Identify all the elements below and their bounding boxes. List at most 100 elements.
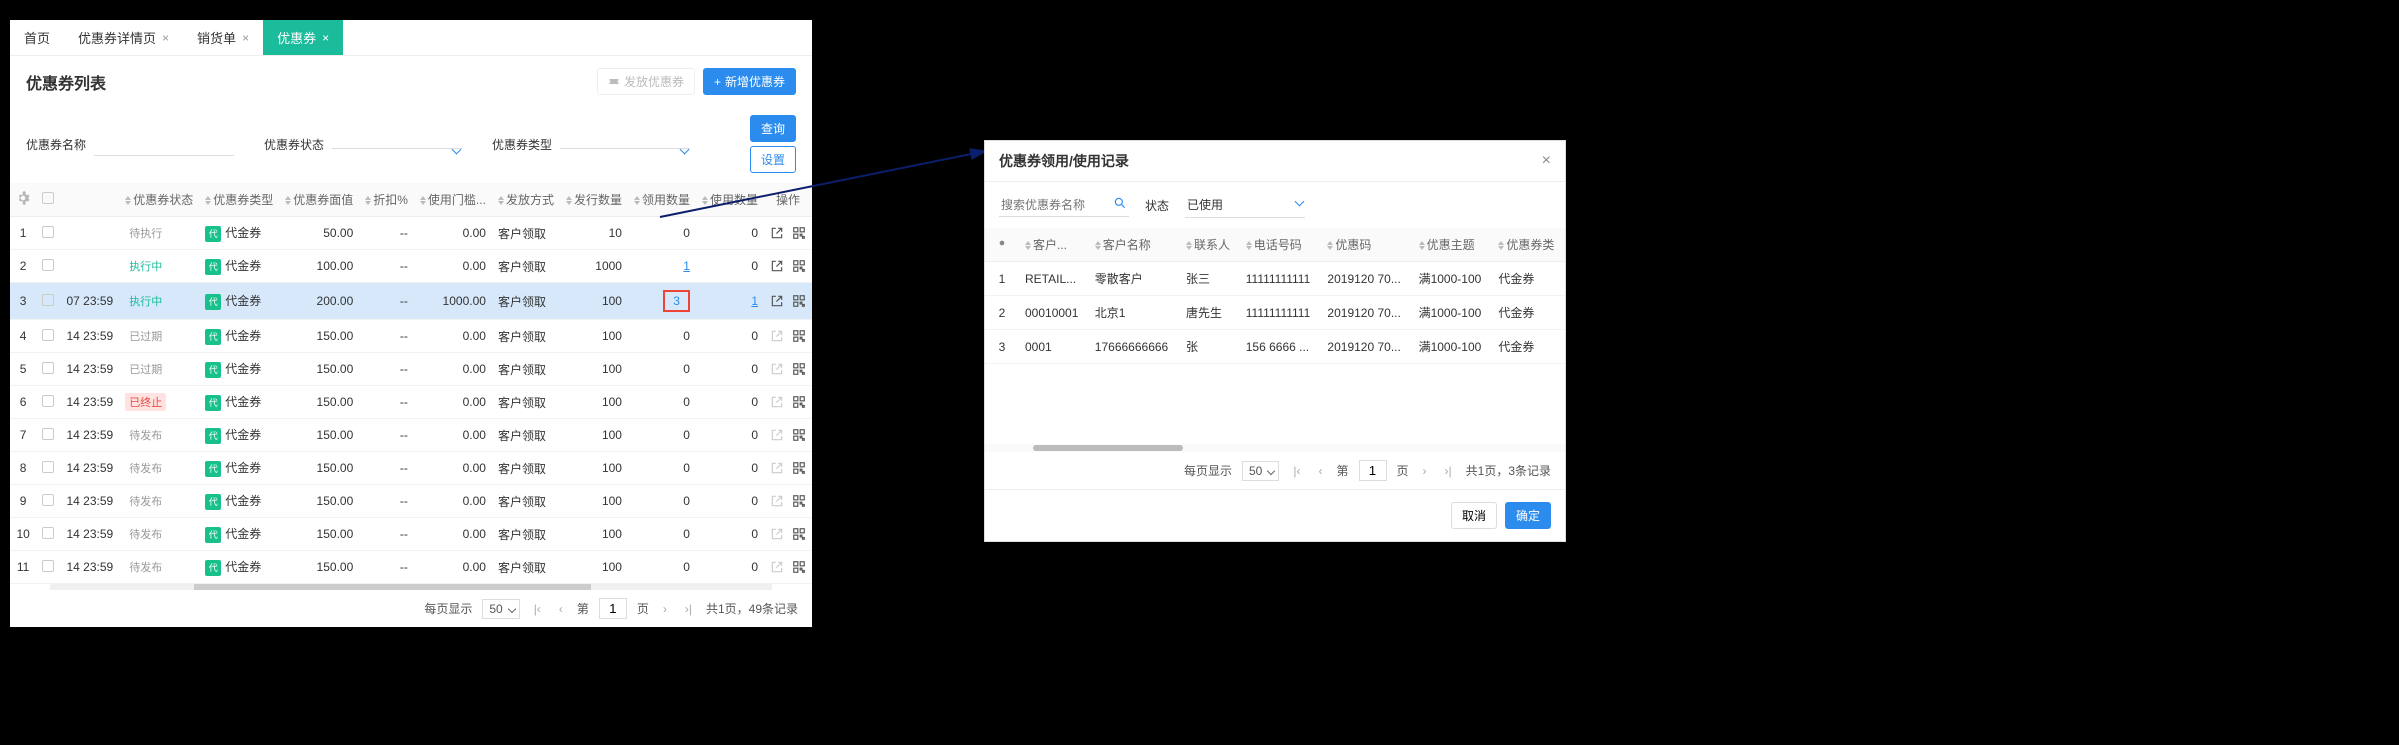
qrcode-icon[interactable] [792,226,806,240]
row-checkbox[interactable] [42,428,54,440]
col-used[interactable]: 使用数量 [696,183,764,217]
prev-page-icon[interactable]: ‹ [555,602,567,616]
col-ctype[interactable]: 优惠券类 [1492,228,1565,262]
first-page-icon[interactable]: |‹ [530,602,545,616]
share-icon[interactable] [770,428,784,442]
row-checkbox[interactable] [42,395,54,407]
col-issue[interactable]: 发行数量 [560,183,628,217]
per-page-select[interactable]: 50 [482,599,519,619]
claim-count-link[interactable]: 1 [683,259,690,273]
row-checkbox[interactable] [42,494,54,506]
next-page-icon[interactable]: › [659,602,671,616]
qrcode-icon[interactable] [792,560,806,574]
qrcode-icon[interactable] [792,395,806,409]
share-icon[interactable] [770,226,784,240]
col-subject[interactable]: 优惠主题 [1413,228,1493,262]
table-row[interactable]: 6 14 23:59 已终止 代代金券 150.00 -- 0.00 客户领取 … [10,386,812,419]
share-icon[interactable] [770,527,784,541]
qrcode-icon[interactable] [792,461,806,475]
search-button[interactable]: 查询 [750,115,796,142]
gear-icon[interactable] [995,236,1009,250]
prev-page-icon[interactable]: ‹ [1314,464,1326,478]
qrcode-icon[interactable] [792,362,806,376]
issue-coupon-button[interactable]: 发放优惠券 [597,68,695,95]
col-threshold[interactable]: 使用门槛... [414,183,492,217]
row-checkbox[interactable] [42,527,54,539]
table-row[interactable]: 10 14 23:59 待发布 代代金券 150.00 -- 0.00 客户领取… [10,518,812,551]
close-icon[interactable]: × [242,31,249,45]
add-coupon-button[interactable]: + 新增优惠券 [703,68,796,95]
close-icon[interactable]: × [322,31,329,45]
row-checkbox[interactable] [42,461,54,473]
per-page-select[interactable]: 50 [1242,461,1279,481]
table-row[interactable]: 7 14 23:59 待发布 代代金券 150.00 -- 0.00 客户领取 … [10,419,812,452]
next-page-icon[interactable]: › [1419,464,1431,478]
col-cust-name[interactable]: 客户名称 [1089,228,1180,262]
row-checkbox[interactable] [42,294,54,306]
qrcode-icon[interactable] [792,294,806,308]
gear-icon[interactable] [16,191,30,205]
qrcode-icon[interactable] [792,428,806,442]
page-input[interactable] [599,598,627,619]
col-cust-code[interactable]: 客户... [1019,228,1089,262]
share-icon[interactable] [770,494,784,508]
table-row[interactable]: 1 RETAIL... 零散客户 张三 11111111111 2019120 … [985,262,1565,296]
cancel-button[interactable]: 取消 [1451,502,1497,529]
tab-coupon-detail[interactable]: 优惠券详情页× [64,20,183,55]
search-input[interactable] [999,194,1129,217]
col-status[interactable]: 优惠券状态 [119,183,199,217]
table-row[interactable]: 2 执行中 代代金券 100.00 -- 0.00 客户领取 1000 1 0 [10,250,812,283]
close-icon[interactable]: × [162,31,169,45]
last-page-icon[interactable]: ›| [681,602,696,616]
table-row[interactable]: 1 待执行 代代金券 50.00 -- 0.00 客户领取 10 0 0 [10,217,812,250]
search-icon[interactable] [1113,196,1127,210]
status-filter-select[interactable]: 已使用 [1185,192,1305,218]
col-code[interactable]: 优惠码 [1321,228,1412,262]
row-checkbox[interactable] [42,259,54,271]
tab-home[interactable]: 首页 [10,20,64,55]
table-row[interactable]: 9 14 23:59 待发布 代代金券 150.00 -- 0.00 客户领取 … [10,485,812,518]
settings-button[interactable]: 设置 [750,146,796,173]
filter-status-select[interactable] [332,140,462,149]
page-input[interactable] [1359,460,1387,481]
table-row[interactable]: 4 14 23:59 已过期 代代金券 150.00 -- 0.00 客户领取 … [10,320,812,353]
col-type[interactable]: 优惠券类型 [199,183,279,217]
filter-name-input[interactable] [94,133,234,156]
qrcode-icon[interactable] [792,494,806,508]
table-row[interactable]: 3 07 23:59 执行中 代代金券 200.00 -- 1000.00 客户… [10,283,812,320]
table-row[interactable]: 2 00010001 北京1 唐先生 11111111111 2019120 7… [985,296,1565,330]
col-claim[interactable]: 领用数量 [628,183,696,217]
tab-sales-order[interactable]: 销货单× [183,20,263,55]
col-dist[interactable]: 发放方式 [492,183,560,217]
table-row[interactable]: 11 14 23:59 待发布 代代金券 150.00 -- 0.00 客户领取… [10,551,812,584]
table-row[interactable]: 8 14 23:59 待发布 代代金券 150.00 -- 0.00 客户领取 … [10,452,812,485]
checkbox-all[interactable] [42,192,54,204]
share-icon[interactable] [770,560,784,574]
qrcode-icon[interactable] [792,527,806,541]
qrcode-icon[interactable] [792,329,806,343]
horizontal-scrollbar[interactable] [985,444,1565,452]
row-checkbox[interactable] [42,226,54,238]
share-icon[interactable] [770,395,784,409]
share-icon[interactable] [770,362,784,376]
share-icon[interactable] [770,329,784,343]
confirm-button[interactable]: 确定 [1505,502,1551,529]
qrcode-icon[interactable] [792,259,806,273]
first-page-icon[interactable]: |‹ [1289,464,1304,478]
share-icon[interactable] [770,294,784,308]
col-phone[interactable]: 电话号码 [1240,228,1322,262]
row-checkbox[interactable] [42,329,54,341]
share-icon[interactable] [770,259,784,273]
filter-type-select[interactable] [560,140,690,149]
col-face[interactable]: 优惠券面值 [279,183,359,217]
close-icon[interactable]: × [1542,152,1551,170]
row-checkbox[interactable] [42,560,54,572]
col-contact[interactable]: 联系人 [1180,228,1240,262]
used-count-link[interactable]: 1 [751,294,758,308]
col-discount[interactable]: 折扣% [359,183,414,217]
last-page-icon[interactable]: ›| [1441,464,1456,478]
share-icon[interactable] [770,461,784,475]
table-row[interactable]: 3 0001 17666666666 张 156 6666 ... 201912… [985,330,1565,364]
tab-coupon[interactable]: 优惠券× [263,20,343,55]
claim-count-highlighted[interactable]: 3 [663,290,690,312]
